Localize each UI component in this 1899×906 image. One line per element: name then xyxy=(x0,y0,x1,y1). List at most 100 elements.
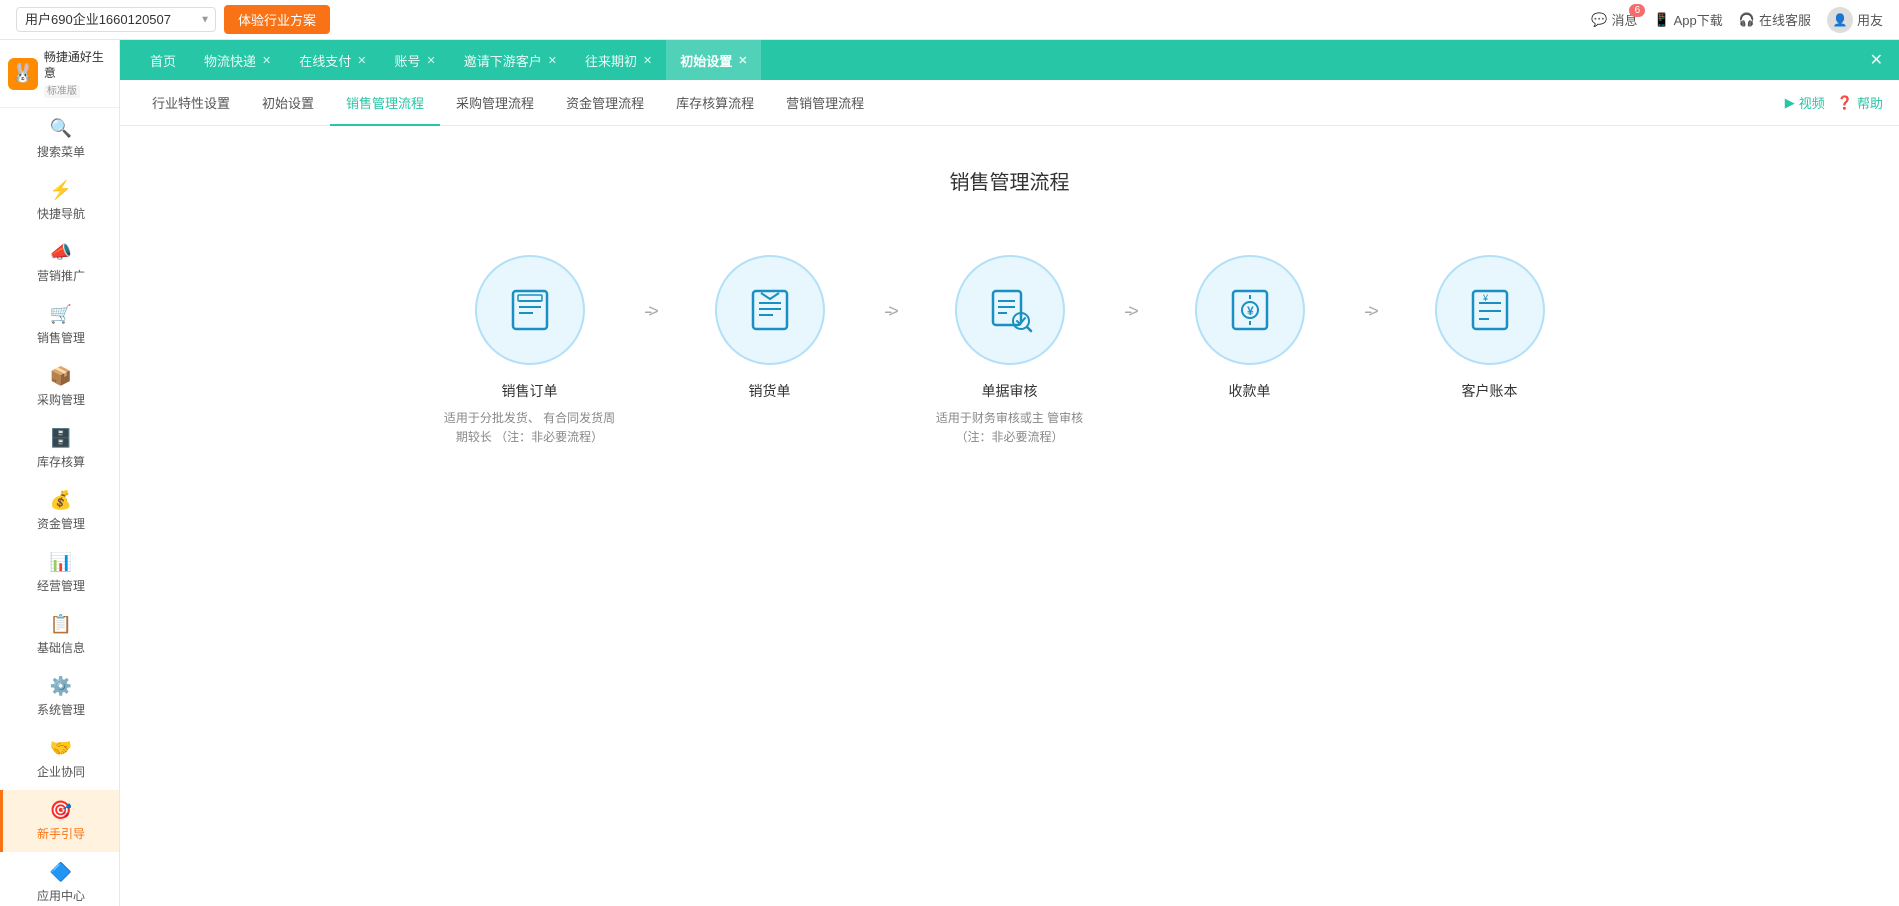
top-bar-left: 用户690企业1660120507 ▼ 体验行业方案 xyxy=(16,5,330,34)
experience-button[interactable]: 体验行业方案 xyxy=(224,5,330,34)
sidebar-item-system[interactable]: ⚙️ 系统管理 xyxy=(0,666,119,728)
flow-arrow-2: --> xyxy=(1100,255,1160,322)
sidebar-item-purchase[interactable]: 📦 采购管理 xyxy=(0,356,119,418)
sidebar-item-basic[interactable]: 📋 基础信息 xyxy=(0,604,119,666)
sidebar-label-operations: 经营管理 xyxy=(37,577,85,594)
flow-item-audit: 单据审核适用于财务审核或主 管审核 （注：非必要流程） xyxy=(920,255,1100,447)
nav-tab-close-downstream[interactable]: ✕ xyxy=(548,54,557,67)
sidebar-label-quicknav: 快捷导航 xyxy=(37,205,85,222)
sub-tab-label-marketing: 营销管理流程 xyxy=(786,93,864,112)
sidebar-label-system: 系统管理 xyxy=(37,701,85,718)
sidebar-item-search[interactable]: 🔍 搜索菜单 xyxy=(0,108,119,170)
user-select[interactable]: 用户690企业1660120507 xyxy=(16,7,216,32)
app-download-item[interactable]: 📱 App下载 xyxy=(1653,10,1722,29)
sidebar-item-sales[interactable]: 🛒 销售管理 xyxy=(0,294,119,356)
flow-arrow-1: --> xyxy=(860,255,920,322)
avatar: 👤 xyxy=(1827,7,1853,33)
sidebar-icon-sales: 🛒 xyxy=(50,304,72,325)
top-bar-right: 💬 消息 6 📱 App下载 🎧 在线客服 👤 用友 xyxy=(1591,7,1883,33)
sub-tab-industry[interactable]: 行业特性设置 xyxy=(136,80,246,126)
sub-tab-inventory[interactable]: 库存核算流程 xyxy=(660,80,770,126)
user-select-wrapper[interactable]: 用户690企业1660120507 ▼ xyxy=(16,7,216,32)
help-action[interactable]: ❓ 帮助 xyxy=(1837,93,1883,112)
nav-tab-init[interactable]: 初始设置 ✕ xyxy=(666,40,761,80)
online-service-item[interactable]: 🎧 在线客服 xyxy=(1739,10,1811,29)
flow-label-audit: 单据审核 xyxy=(982,381,1038,401)
sidebar-label-guide: 新手引导 xyxy=(37,825,85,842)
nav-tab-label-home: 首页 xyxy=(150,51,176,70)
flow-arrow-3: --> xyxy=(1340,255,1400,322)
nav-tab-period[interactable]: 往来期初 ✕ xyxy=(571,40,666,80)
sidebar-label-finance: 资金管理 xyxy=(37,515,85,532)
app-download-icon: 📱 xyxy=(1653,12,1669,28)
nav-tab-downstream[interactable]: 邀请下游客户 ✕ xyxy=(450,40,571,80)
nav-tab-label-downstream: 邀请下游客户 xyxy=(464,51,542,70)
sub-tab-sales[interactable]: 销售管理流程 xyxy=(330,80,440,126)
sidebar-item-inventory[interactable]: 🗄️ 库存核算 xyxy=(0,418,119,480)
sidebar-icon-finance: 💰 xyxy=(50,490,72,511)
sub-tab-marketing[interactable]: 营销管理流程 xyxy=(770,80,880,126)
flow-circle-audit[interactable] xyxy=(955,255,1065,365)
user-name-label: 用友 xyxy=(1857,10,1883,29)
flow-item-sales-order: 销售订单适用于分批发货、 有合同发货周期较长 （注：非必要流程） xyxy=(440,255,620,447)
sidebar-icon-basic: 📋 xyxy=(50,614,72,635)
nav-tab-home[interactable]: 首页 xyxy=(136,40,190,80)
sidebar-item-finance[interactable]: 💰 资金管理 xyxy=(0,480,119,542)
sidebar-item-collab[interactable]: 🤝 企业协同 xyxy=(0,728,119,790)
sidebar-icon-search: 🔍 xyxy=(50,118,72,139)
user-avatar-item[interactable]: 👤 用友 xyxy=(1827,7,1883,33)
flow-circle-delivery[interactable] xyxy=(715,255,825,365)
close-all-tabs-button[interactable]: ✕ xyxy=(1870,50,1883,70)
message-icon-item[interactable]: 💬 消息 6 xyxy=(1591,10,1637,29)
sub-tab-label-sales: 销售管理流程 xyxy=(346,93,424,112)
nav-tab-label-logistics: 物流快递 xyxy=(204,51,256,70)
sidebar-icon-collab: 🤝 xyxy=(50,738,72,759)
sidebar-icon-operations: 📊 xyxy=(50,552,72,573)
sidebar-item-apps[interactable]: 🔷 应用中心 xyxy=(0,852,119,906)
nav-tab-account[interactable]: 账号✕ xyxy=(380,40,449,80)
flow-circle-sales-order[interactable] xyxy=(475,255,585,365)
play-icon: ▶ xyxy=(1785,95,1795,111)
sub-tab-initset[interactable]: 初始设置 xyxy=(246,80,330,126)
nav-tab-payment[interactable]: 在线支付✕ xyxy=(285,40,380,80)
sidebar-icon-system: ⚙️ xyxy=(50,676,72,697)
flow-circle-receipt[interactable]: ¥ xyxy=(1195,255,1305,365)
nav-tab-close-payment[interactable]: ✕ xyxy=(357,54,366,67)
sub-tab-purchase[interactable]: 采购管理流程 xyxy=(440,80,550,126)
top-bar: 用户690企业1660120507 ▼ 体验行业方案 💬 消息 6 📱 App下… xyxy=(0,0,1899,40)
sub-tab-label-initset: 初始设置 xyxy=(262,93,314,112)
nav-tabs-bar: 首页物流快递✕在线支付✕账号✕邀请下游客户✕往来期初✕初始设置✕ ✕ xyxy=(120,40,1899,80)
help-label: 帮助 xyxy=(1857,93,1883,112)
sidebar-label-purchase: 采购管理 xyxy=(37,391,85,408)
nav-tab-label-init: 初始设置 xyxy=(680,51,732,70)
nav-tab-close-init[interactable]: ✕ xyxy=(738,54,747,67)
content-area: 行业特性设置初始设置销售管理流程采购管理流程资金管理流程库存核算流程营销管理流程… xyxy=(120,80,1899,906)
sidebar: 🐰 畅捷通好生意 标准版 🔍 搜索菜单 ⚡ 快捷导航 📣 营销推广 🛒 销售管理… xyxy=(0,40,120,906)
flow-arrow-0: --> xyxy=(620,255,680,322)
svg-text:¥: ¥ xyxy=(1247,304,1254,318)
sidebar-icon-apps: 🔷 xyxy=(50,862,72,883)
flow-circle-account[interactable]: ¥ xyxy=(1435,255,1545,365)
main-content: 首页物流快递✕在线支付✕账号✕邀请下游客户✕往来期初✕初始设置✕ ✕ 行业特性设… xyxy=(120,40,1899,906)
nav-tab-close-account[interactable]: ✕ xyxy=(427,54,436,67)
video-action[interactable]: ▶ 视频 xyxy=(1785,93,1825,112)
nav-tab-label-period: 往来期初 xyxy=(585,51,637,70)
sidebar-label-basic: 基础信息 xyxy=(37,639,85,656)
nav-tab-close-period[interactable]: ✕ xyxy=(643,54,652,67)
flow-label-account: 客户账本 xyxy=(1462,381,1518,401)
sub-tab-finance[interactable]: 资金管理流程 xyxy=(550,80,660,126)
nav-tab-logistics[interactable]: 物流快递 ✕ xyxy=(190,40,285,80)
sidebar-item-quicknav[interactable]: ⚡ 快捷导航 xyxy=(0,170,119,232)
flow-desc-sales-order: 适用于分批发货、 有合同发货周期较长 （注：非必要流程） xyxy=(440,409,620,447)
page-content: 销售管理流程 销售订单适用于分批发货、 有合同发货周期较长 （注：非必要流程）-… xyxy=(120,126,1899,487)
page-title: 销售管理流程 xyxy=(180,166,1839,195)
svg-text:¥: ¥ xyxy=(1482,293,1489,303)
sidebar-item-marketing[interactable]: 📣 营销推广 xyxy=(0,232,119,294)
sidebar-items: 🔍 搜索菜单 ⚡ 快捷导航 📣 营销推广 🛒 销售管理 📦 采购管理 🗄️ 库存… xyxy=(0,108,119,906)
sidebar-item-guide[interactable]: 🎯 新手引导 xyxy=(0,790,119,852)
sub-tabs-bar: 行业特性设置初始设置 销售管理流程采购管理流程资金管理流程库存核算流程营销管理流程… xyxy=(120,80,1899,126)
help-icon: ❓ xyxy=(1837,95,1853,111)
sidebar-item-operations[interactable]: 📊 经营管理 xyxy=(0,542,119,604)
sidebar-label-collab: 企业协同 xyxy=(37,763,85,780)
nav-tab-close-logistics[interactable]: ✕ xyxy=(262,54,271,67)
